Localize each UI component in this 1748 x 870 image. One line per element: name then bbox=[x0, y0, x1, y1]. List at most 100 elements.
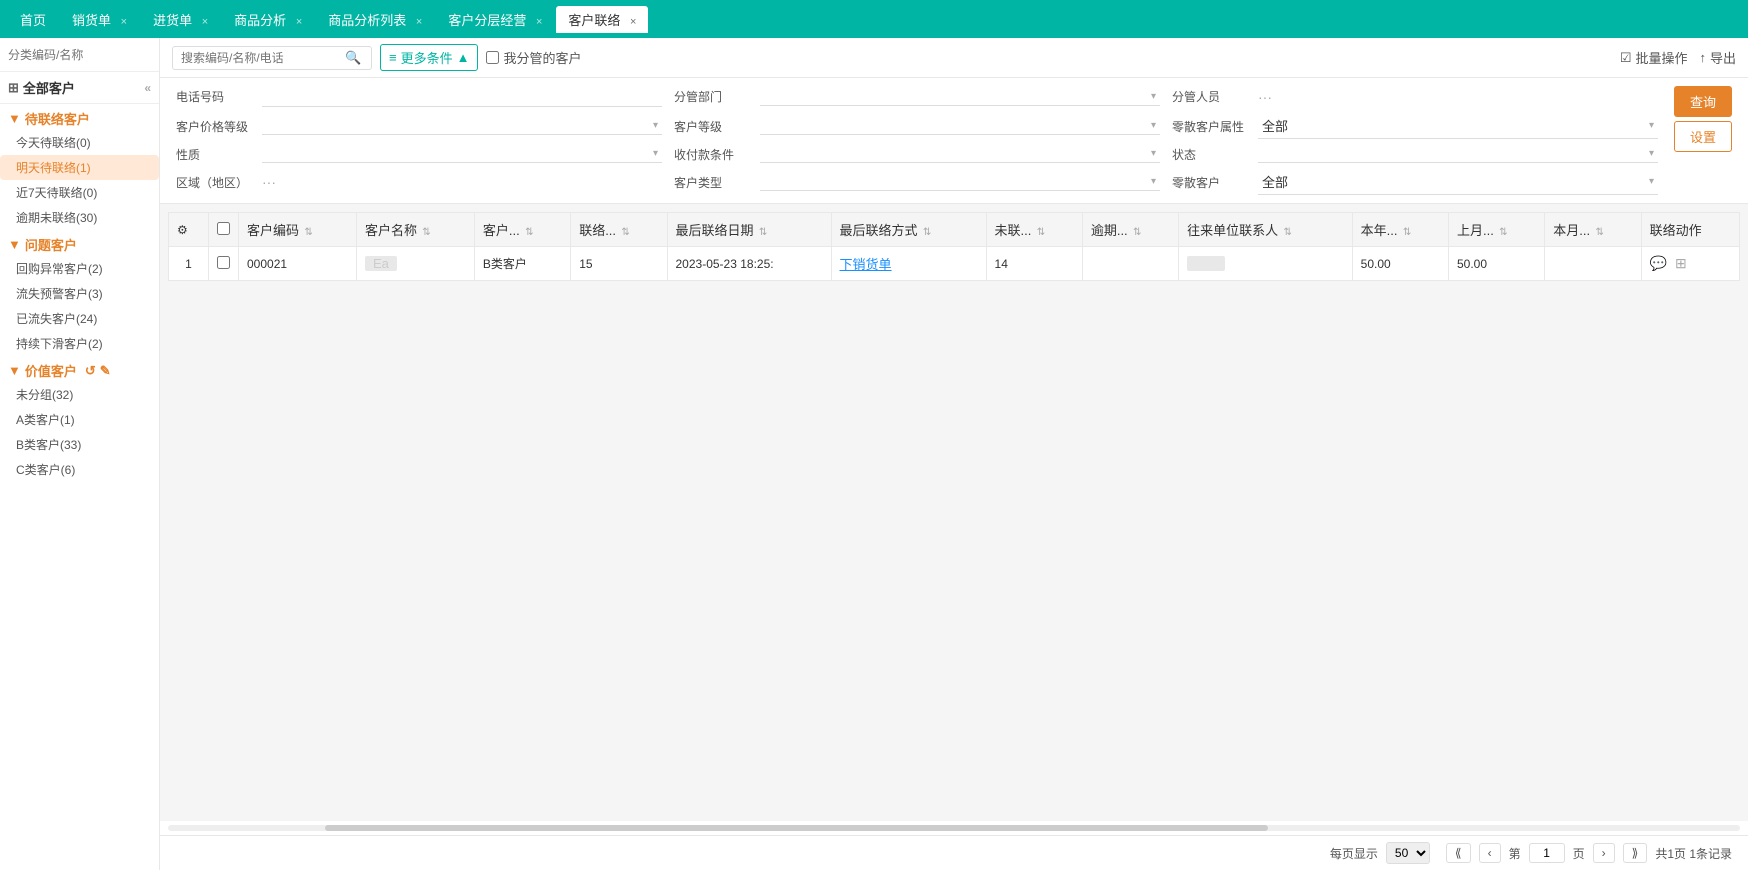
horizontal-scrollbar[interactable] bbox=[160, 821, 1748, 835]
col-header-code[interactable]: 客户编码 ⇅ bbox=[239, 213, 357, 247]
sort-contact-icon: ⇅ bbox=[621, 227, 629, 238]
sidebar-item-today[interactable]: 今天待联络(0) bbox=[0, 130, 159, 155]
col-header-check[interactable] bbox=[209, 213, 239, 247]
col-header-last-month[interactable]: 上月... ⇅ bbox=[1448, 213, 1544, 247]
filter-cust-type-select[interactable] bbox=[760, 173, 1160, 191]
sidebar-search-input[interactable] bbox=[8, 48, 160, 62]
sidebar-item-class-b[interactable]: B类客户(33) bbox=[0, 432, 159, 457]
filter-manager: 分管人员 ··· bbox=[1172, 88, 1658, 105]
main-search-input[interactable] bbox=[181, 51, 341, 65]
prev-page-btn[interactable]: ‹ bbox=[1479, 843, 1501, 863]
filter-region-dots[interactable]: ··· bbox=[262, 174, 276, 190]
filter-status-select[interactable] bbox=[1258, 145, 1658, 163]
col-header-contact[interactable]: 联络... ⇅ bbox=[571, 213, 667, 247]
sidebar-item-churn-warning[interactable]: 流失预警客户(3) bbox=[0, 281, 159, 306]
nav-sales-order[interactable]: 销货单 × bbox=[60, 6, 139, 33]
filter-scatter-attr-select[interactable]: 全部 bbox=[1258, 113, 1658, 139]
nav-customer-contact-close[interactable]: × bbox=[630, 16, 636, 28]
col-header-uncontacted[interactable]: 未联... ⇅ bbox=[986, 213, 1082, 247]
filter-dept-select[interactable]: ▾ bbox=[760, 88, 1160, 106]
page-label: 第 bbox=[1509, 845, 1521, 862]
per-page-label: 每页显示 bbox=[1330, 845, 1378, 862]
col-header-overdue[interactable]: 逾期... ⇅ bbox=[1082, 213, 1178, 247]
col-header-action: 联络动作 bbox=[1641, 213, 1739, 247]
row-checkbox[interactable] bbox=[217, 256, 230, 269]
sidebar-item-class-c[interactable]: C类客户(6) bbox=[0, 457, 159, 482]
col-header-this-month[interactable]: 本月... ⇅ bbox=[1545, 213, 1641, 247]
filter-nature-select[interactable] bbox=[262, 145, 662, 163]
next-page-btn[interactable]: › bbox=[1593, 843, 1615, 863]
query-button[interactable]: 查询 bbox=[1674, 86, 1732, 117]
nav-product-analysis-list-close[interactable]: × bbox=[416, 16, 422, 28]
sidebar-item-7days[interactable]: 近7天待联络(0) bbox=[0, 180, 159, 205]
row-check[interactable] bbox=[209, 247, 239, 281]
data-table: ⚙ 客户编码 ⇅ 客户名称 ⇅ 客户... ⇅ bbox=[168, 212, 1740, 281]
price-level-arrow-icon bbox=[653, 120, 658, 131]
export-icon: ↑ bbox=[1699, 50, 1706, 65]
triangle-icon-3: ▼ bbox=[8, 363, 21, 378]
nav-purchase-order-close[interactable]: × bbox=[202, 16, 208, 28]
filter-payment-select[interactable] bbox=[760, 145, 1160, 163]
sidebar-all-customers[interactable]: ⊞ 全部客户 « bbox=[0, 72, 159, 104]
col-header-type[interactable]: 客户... ⇅ bbox=[474, 213, 570, 247]
triangle-icon: ▼ bbox=[8, 111, 21, 126]
sidebar-collapse-btn[interactable]: « bbox=[144, 81, 151, 95]
more-filter-btn[interactable]: ≡ 更多条件 ▲ bbox=[380, 44, 478, 71]
sidebar-item-tomorrow[interactable]: 明天待联络(1) bbox=[0, 155, 159, 180]
sidebar-item-ungrouped[interactable]: 未分组(32) bbox=[0, 382, 159, 407]
edit-icon[interactable]: ✎ bbox=[100, 363, 111, 379]
nav-customer-contact[interactable]: 客户联络 × bbox=[556, 6, 648, 33]
my-customers-checkbox[interactable] bbox=[486, 51, 499, 64]
col-header-this-year[interactable]: 本年... ⇅ bbox=[1352, 213, 1448, 247]
content-area: 🔍 ≡ 更多条件 ▲ 我分管的客户 ☑ 批量操作 ↑ 导出 bbox=[160, 38, 1748, 870]
last-page-btn[interactable]: ⟫ bbox=[1623, 843, 1648, 863]
nav-sales-order-close[interactable]: × bbox=[121, 16, 127, 28]
nav-customer-tiering-close[interactable]: × bbox=[536, 16, 542, 28]
col-header-last-date[interactable]: 最后联络日期 ⇅ bbox=[667, 213, 831, 247]
nav-product-analysis-close[interactable]: × bbox=[296, 16, 302, 28]
filter-manager-label: 分管人员 bbox=[1172, 88, 1252, 105]
filter-phone-input[interactable] bbox=[262, 86, 662, 107]
nav-purchase-order[interactable]: 进货单 × bbox=[141, 6, 220, 33]
col-header-settings[interactable]: ⚙ bbox=[169, 213, 209, 247]
page-size-select[interactable]: 50 bbox=[1386, 842, 1430, 864]
filter-phone-label: 电话号码 bbox=[176, 88, 256, 105]
sidebar-item-declining[interactable]: 持续下滑客户(2) bbox=[0, 331, 159, 356]
col-header-company-contact[interactable]: 往来单位联系人 ⇅ bbox=[1179, 213, 1353, 247]
batch-op-btn[interactable]: ☑ 批量操作 bbox=[1620, 48, 1688, 67]
select-all-checkbox[interactable] bbox=[217, 222, 230, 235]
filter-price-level-select[interactable] bbox=[262, 117, 662, 135]
main-search-box: 🔍 bbox=[172, 46, 372, 70]
row-contact-count: 15 bbox=[571, 247, 667, 281]
nav-product-analysis[interactable]: 商品分析 × bbox=[222, 6, 314, 33]
action-icons: 💬 ⊞ bbox=[1650, 255, 1731, 272]
first-page-btn[interactable]: ⟪ bbox=[1446, 843, 1471, 863]
col-header-last-method[interactable]: 最后联络方式 ⇅ bbox=[831, 213, 986, 247]
scrollbar-thumb[interactable] bbox=[325, 825, 1268, 831]
filter-phone: 电话号码 bbox=[176, 86, 662, 107]
col-header-name[interactable]: 客户名称 ⇅ bbox=[356, 213, 474, 247]
filter-scatter-cust-select[interactable]: 全部 bbox=[1258, 169, 1658, 195]
filter-cust-level-select[interactable] bbox=[760, 117, 1160, 135]
row-last-method[interactable]: 下销货单 bbox=[831, 247, 986, 281]
nav-home[interactable]: 首页 bbox=[8, 6, 58, 33]
my-customers-checkbox-label[interactable]: 我分管的客户 bbox=[486, 48, 581, 67]
settings-button[interactable]: 设置 bbox=[1674, 121, 1732, 152]
row-overdue bbox=[1082, 247, 1178, 281]
main-search-icon[interactable]: 🔍 bbox=[345, 50, 361, 66]
sidebar-item-repurchase-anomaly[interactable]: 回购异常客户(2) bbox=[0, 256, 159, 281]
refresh-icon[interactable]: ↺ bbox=[85, 363, 96, 379]
filter-manager-dots[interactable]: ··· bbox=[1258, 89, 1272, 105]
page-number-input[interactable] bbox=[1529, 843, 1565, 863]
sort-uncontacted-icon: ⇅ bbox=[1037, 227, 1045, 238]
sidebar-item-churned[interactable]: 已流失客户(24) bbox=[0, 306, 159, 331]
sidebar-item-overdue[interactable]: 逾期未联络(30) bbox=[0, 205, 159, 230]
nav-product-analysis-list[interactable]: 商品分析列表 × bbox=[316, 6, 434, 33]
nav-customer-tiering[interactable]: 客户分层经营 × bbox=[436, 6, 554, 33]
main-layout: 🔍 ⊞ 全部客户 « ▼ 待联络客户 今天待联络(0) 明天待联络(1) 近7天… bbox=[0, 38, 1748, 870]
filter-status: 状态 bbox=[1172, 145, 1658, 163]
sidebar-item-class-a[interactable]: A类客户(1) bbox=[0, 407, 159, 432]
export-btn[interactable]: ↑ 导出 bbox=[1699, 48, 1736, 67]
grid-action-icon[interactable]: ⊞ bbox=[1675, 255, 1687, 272]
comment-action-icon[interactable]: 💬 bbox=[1650, 255, 1667, 272]
